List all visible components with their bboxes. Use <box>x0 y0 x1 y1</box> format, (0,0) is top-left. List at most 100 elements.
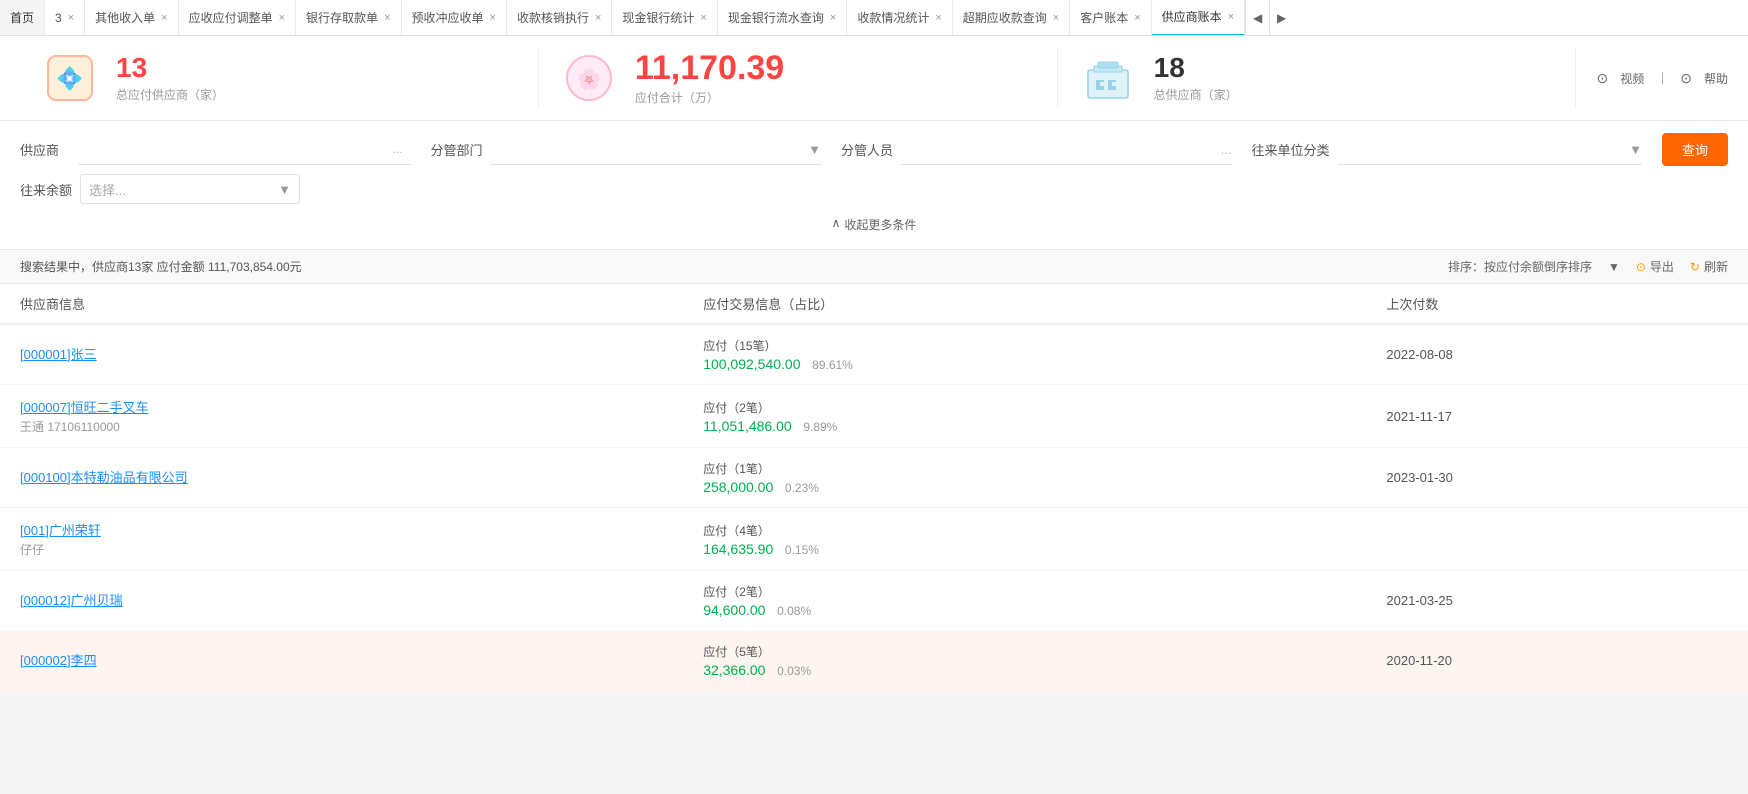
nav-tab-customer-book[interactable]: 客户账本 × <box>1070 0 1151 36</box>
supplier-info-cell-5: [000012]广州贝瑞 <box>20 590 703 611</box>
nav-tab-pre-receive[interactable]: 预收冲应收单 × <box>402 0 507 36</box>
collapse-text: 收起更多条件 <box>844 216 916 233</box>
stat-content-payable-suppliers: 13 总应付供应商（家） <box>116 53 224 103</box>
close-tab-3-icon[interactable]: × <box>68 12 74 24</box>
supplier-name-6[interactable]: [000002]李四 <box>20 650 703 669</box>
supplier-filter-input[interactable]: ... <box>78 135 411 165</box>
supplier-info-cell-6: [000002]李四 <box>20 650 703 671</box>
header-right: ⊙ 视频 ｜ ⊙ 帮助 <box>1576 70 1728 87</box>
last-payment-cell-1: 2022-08-08 <box>1386 347 1728 362</box>
tx-label-4: 应付（4笔） <box>703 522 1386 539</box>
help-icon: ⊙ <box>1680 70 1692 87</box>
collapse-bar[interactable]: ∧ 收起更多条件 <box>20 212 1728 237</box>
nav-tab-home[interactable]: 首页 <box>0 0 45 36</box>
tx-label-5: 应付（2笔） <box>703 583 1386 600</box>
nav-tab-cash-query[interactable]: 现金银行流水查询 × <box>718 0 847 36</box>
video-icon: ⊙ <box>1596 70 1608 87</box>
receipt-stats-label: 收款情况统计 <box>857 9 929 26</box>
svg-text:💠: 💠 <box>56 66 83 91</box>
supplier-name-5[interactable]: [000012]广州贝瑞 <box>20 590 703 609</box>
stat-block-total-suppliers: 18 总供应商（家） <box>1058 48 1577 108</box>
transaction-info-cell-3: 应付（1笔） 258,000.00 0.23% <box>703 460 1386 495</box>
tx-amount-2[interactable]: 11,051,486.00 <box>703 418 792 434</box>
nav-tab-other-income[interactable]: 其他收入单 × <box>85 0 178 36</box>
tx-label-3: 应付（1笔） <box>703 460 1386 477</box>
table-row: [000002]李四 应付（5笔） 32,366.00 0.03% 2020-1… <box>0 631 1748 691</box>
department-filter-select[interactable]: ▼ <box>491 135 821 165</box>
close-pre-receive-icon[interactable]: × <box>490 12 496 24</box>
top-navigation: 首页 3 × 其他收入单 × 应收应付调整单 × 银行存取款单 × 预收冲应收单… <box>0 0 1748 36</box>
help-link[interactable]: 帮助 <box>1704 70 1728 87</box>
close-bank-icon[interactable]: × <box>384 12 390 24</box>
supplier-sub-4: 仔仔 <box>20 541 703 558</box>
export-label: 导出 <box>1650 258 1674 275</box>
nav-tab-receipt-stats[interactable]: 收款情况统计 × <box>847 0 952 36</box>
stat-content-total-suppliers: 18 总供应商（家） <box>1154 53 1238 103</box>
result-summary: 搜索结果中，供应商13家 应付金额 111,703,854.00元 <box>20 258 302 275</box>
supplier-info-cell-1: [000001]张三 <box>20 344 703 365</box>
nav-tab-3[interactable]: 3 × <box>45 0 85 36</box>
nav-tab-adjustment[interactable]: 应收应付调整单 × <box>179 0 296 36</box>
nav-tab-payment-verify[interactable]: 收款核销执行 × <box>507 0 612 36</box>
stat-content-payable-total: 11,170.39 应付合计（万） <box>635 50 784 106</box>
close-customer-book-icon[interactable]: × <box>1134 12 1140 24</box>
nav-tab-bank[interactable]: 银行存取款单 × <box>296 0 401 36</box>
refresh-action[interactable]: ↻ 刷新 <box>1690 258 1728 275</box>
close-cash-stats-icon[interactable]: × <box>700 12 706 24</box>
payable-total-number: 11,170.39 <box>635 50 784 87</box>
other-income-label: 其他收入单 <box>95 9 155 26</box>
supplier-name-1[interactable]: [000001]张三 <box>20 344 703 363</box>
video-link[interactable]: 视频 <box>1620 70 1644 87</box>
stats-header: 💠 13 总应付供应商（家） 🌸 11,170.39 应付合计（万） <box>0 36 1748 121</box>
balance-placeholder: 选择... <box>89 180 126 199</box>
transaction-info-cell-5: 应付（2笔） 94,600.00 0.08% <box>703 583 1386 618</box>
nav-arrow-right[interactable]: ▶ <box>1269 0 1293 36</box>
supplier-info-cell-3: [000100]本特勒油品有限公司 <box>20 467 703 488</box>
export-action[interactable]: ⊙ 导出 <box>1636 258 1674 275</box>
category-filter-label: 往来单位分类 <box>1252 140 1330 159</box>
supplier-name-2[interactable]: [000007]恒旺二手叉车 <box>20 397 703 416</box>
nav-arrow-left[interactable]: ◀ <box>1245 0 1269 36</box>
tx-amount-4[interactable]: 164,635.90 <box>703 541 773 557</box>
last-payment-cell-3: 2023-01-30 <box>1386 470 1728 485</box>
col-header-supplier: 供应商信息 <box>20 294 703 313</box>
transaction-info-cell-6: 应付（5笔） 32,366.00 0.03% <box>703 643 1386 678</box>
tx-percent-1: 89.61% <box>812 358 853 372</box>
balance-filter-select[interactable]: 选择... ▼ <box>80 174 300 204</box>
tx-amount-3[interactable]: 258,000.00 <box>703 479 773 495</box>
payable-suppliers-label: 总应付供应商（家） <box>116 86 224 103</box>
last-payment-cell-5: 2021-03-25 <box>1386 593 1728 608</box>
cash-stats-label: 现金银行统计 <box>622 9 694 26</box>
refresh-label: 刷新 <box>1704 258 1728 275</box>
nav-tab-overdue[interactable]: 超期应收款查询 × <box>953 0 1070 36</box>
tx-amount-1[interactable]: 100,092,540.00 <box>703 356 800 372</box>
close-adjustment-icon[interactable]: × <box>279 12 285 24</box>
close-cash-query-icon[interactable]: × <box>830 12 836 24</box>
refresh-icon: ↻ <box>1690 260 1700 274</box>
close-other-income-icon[interactable]: × <box>161 12 167 24</box>
tx-amount-5[interactable]: 94,600.00 <box>703 602 765 618</box>
nav-tab-supplier-book[interactable]: 供应商账本 × <box>1152 0 1245 36</box>
supplier-name-4[interactable]: [001]广州荣轩 <box>20 520 703 539</box>
close-supplier-book-icon[interactable]: × <box>1228 11 1234 23</box>
close-receipt-stats-icon[interactable]: × <box>935 12 941 24</box>
tx-label-6: 应付（5笔） <box>703 643 1386 660</box>
col-header-transaction: 应付交易信息（占比） <box>703 294 1386 313</box>
close-payment-verify-icon[interactable]: × <box>595 12 601 24</box>
col-header-last-payment: 上次付数 <box>1386 294 1728 313</box>
supplier-filter-label: 供应商 <box>20 140 70 159</box>
query-button[interactable]: 查询 <box>1662 133 1728 166</box>
table-row: [000100]本特勒油品有限公司 应付（1笔） 258,000.00 0.23… <box>0 448 1748 508</box>
category-filter-select[interactable]: ▼ <box>1338 135 1642 165</box>
supplier-info-cell-2: [000007]恒旺二手叉车 王通 17106110000 <box>20 397 703 435</box>
payment-verify-label: 收款核销执行 <box>517 9 589 26</box>
table-header: 供应商信息 应付交易信息（占比） 上次付数 <box>0 284 1748 325</box>
tx-percent-6: 0.03% <box>777 664 811 678</box>
close-overdue-icon[interactable]: × <box>1053 12 1059 24</box>
manager-filter-input[interactable]: ... <box>901 135 1231 165</box>
nav-tab-cash-stats[interactable]: 现金银行统计 × <box>612 0 717 36</box>
supplier-name-3[interactable]: [000100]本特勒油品有限公司 <box>20 467 703 486</box>
filter-item-department: 分管部门 ▼ <box>431 135 822 165</box>
tx-amount-6[interactable]: 32,366.00 <box>703 662 765 678</box>
sort-label: 排序：按应付余额倒序排序 <box>1448 258 1592 275</box>
